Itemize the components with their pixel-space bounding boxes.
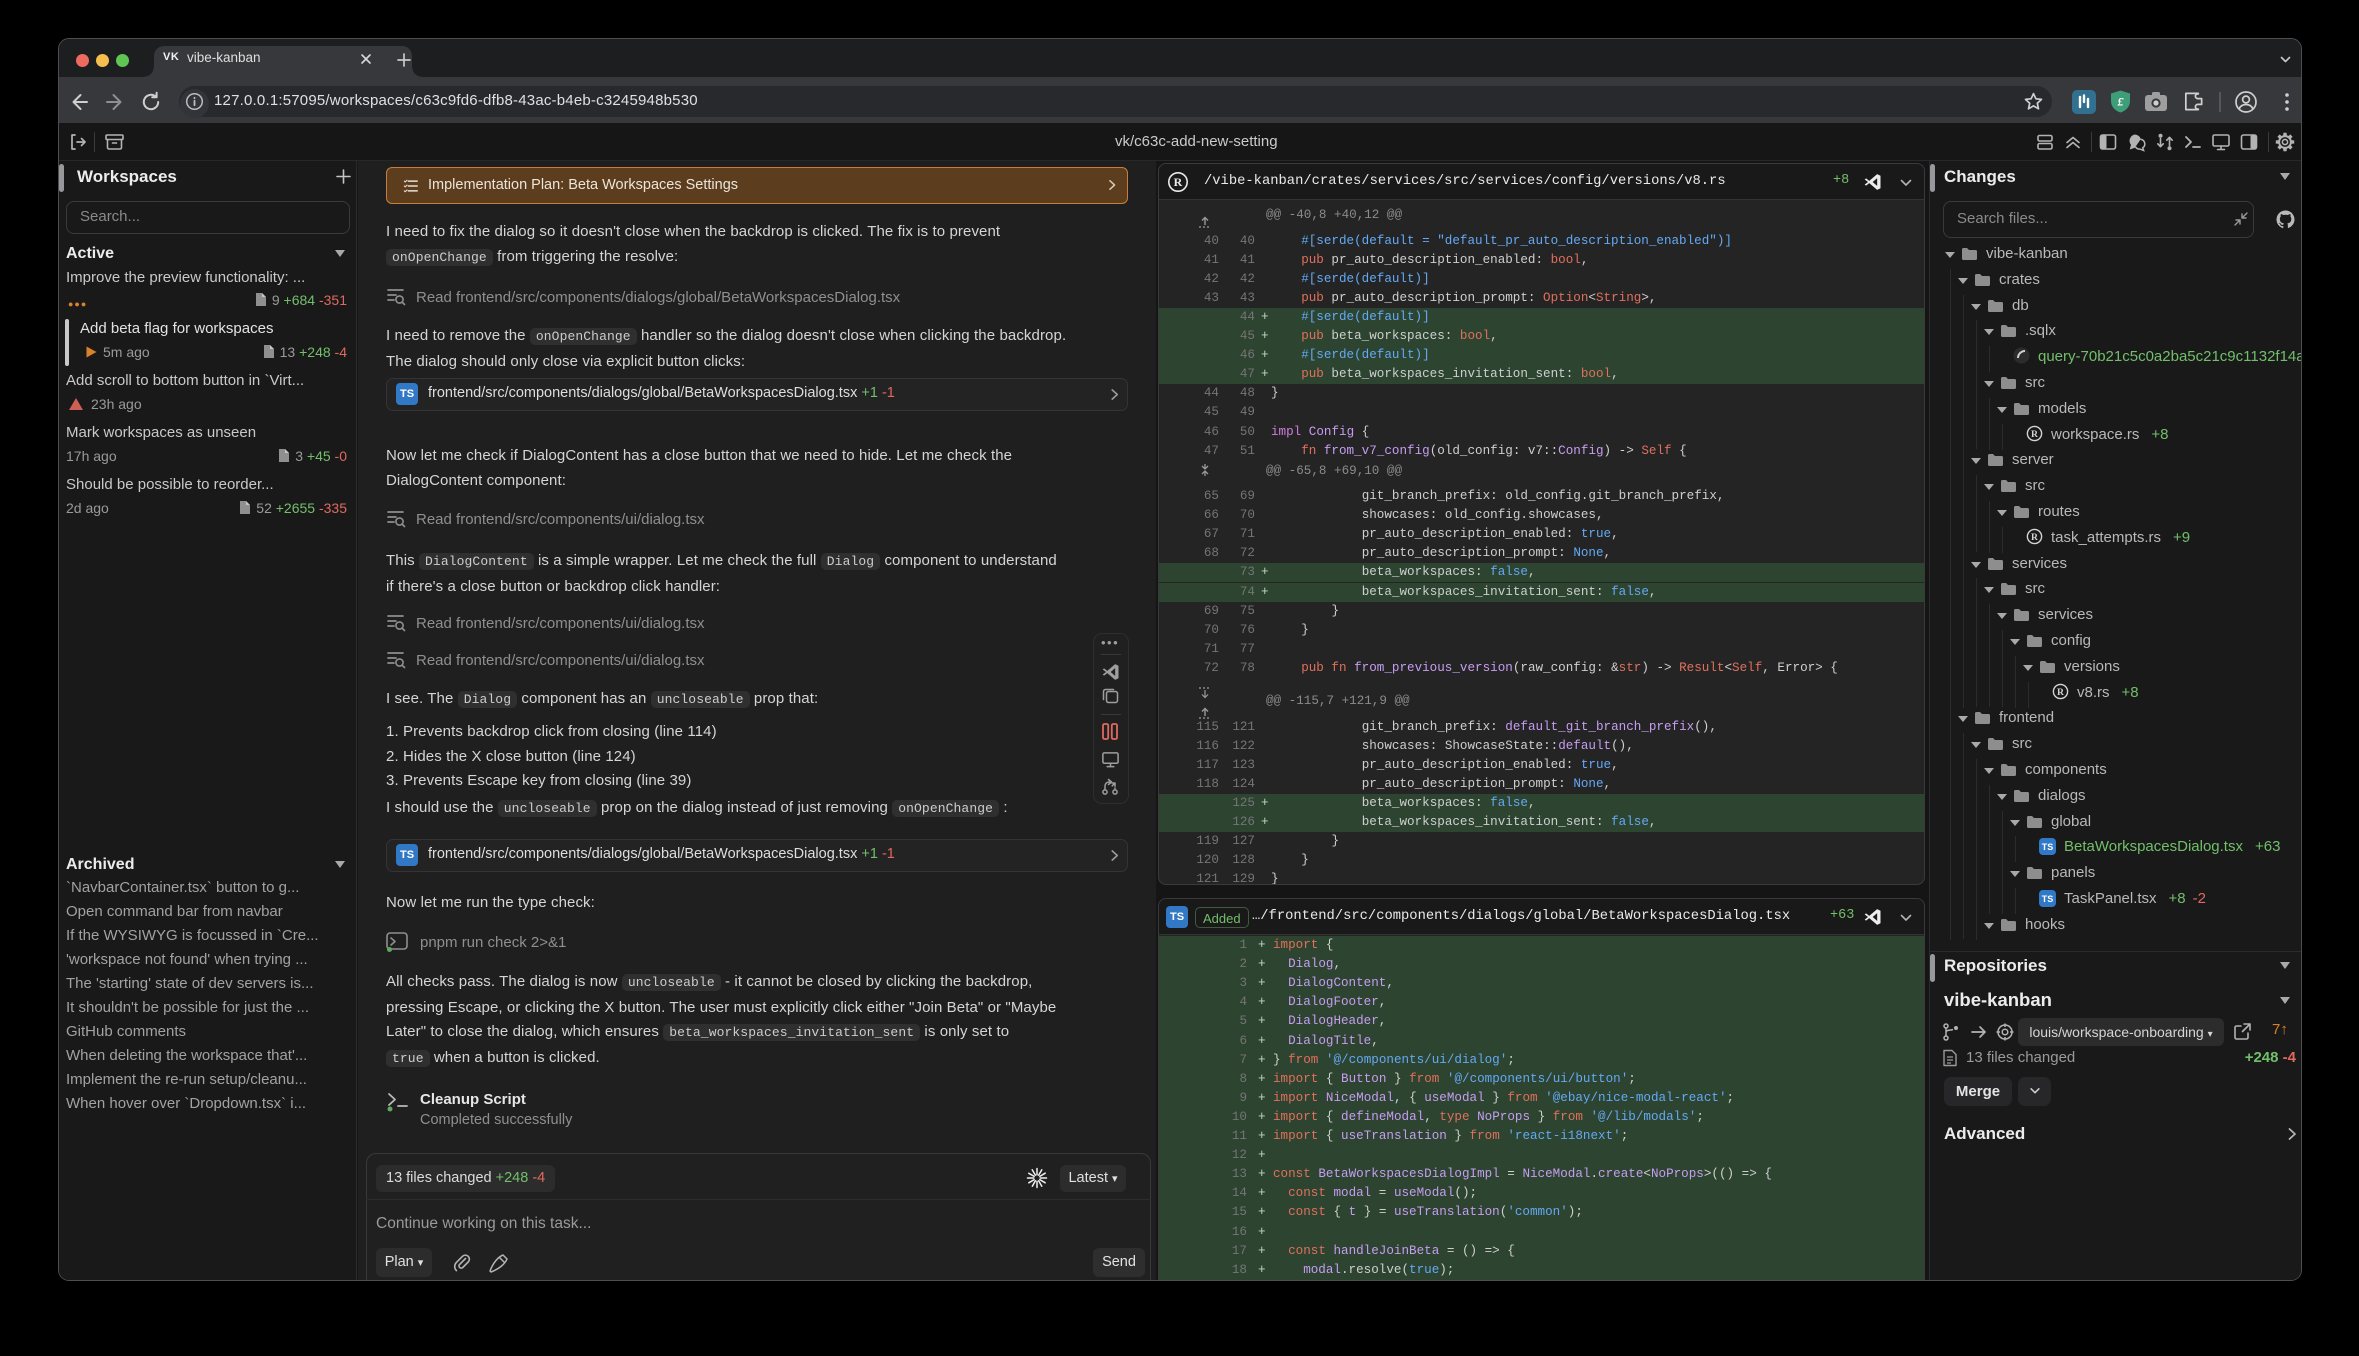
svg-text:£: £	[2117, 95, 2125, 109]
svg-text:R: R	[2031, 429, 2039, 440]
svg-text:R: R	[1174, 175, 1183, 189]
svg-text:R: R	[2031, 532, 2039, 543]
svg-text:R: R	[2057, 687, 2065, 698]
